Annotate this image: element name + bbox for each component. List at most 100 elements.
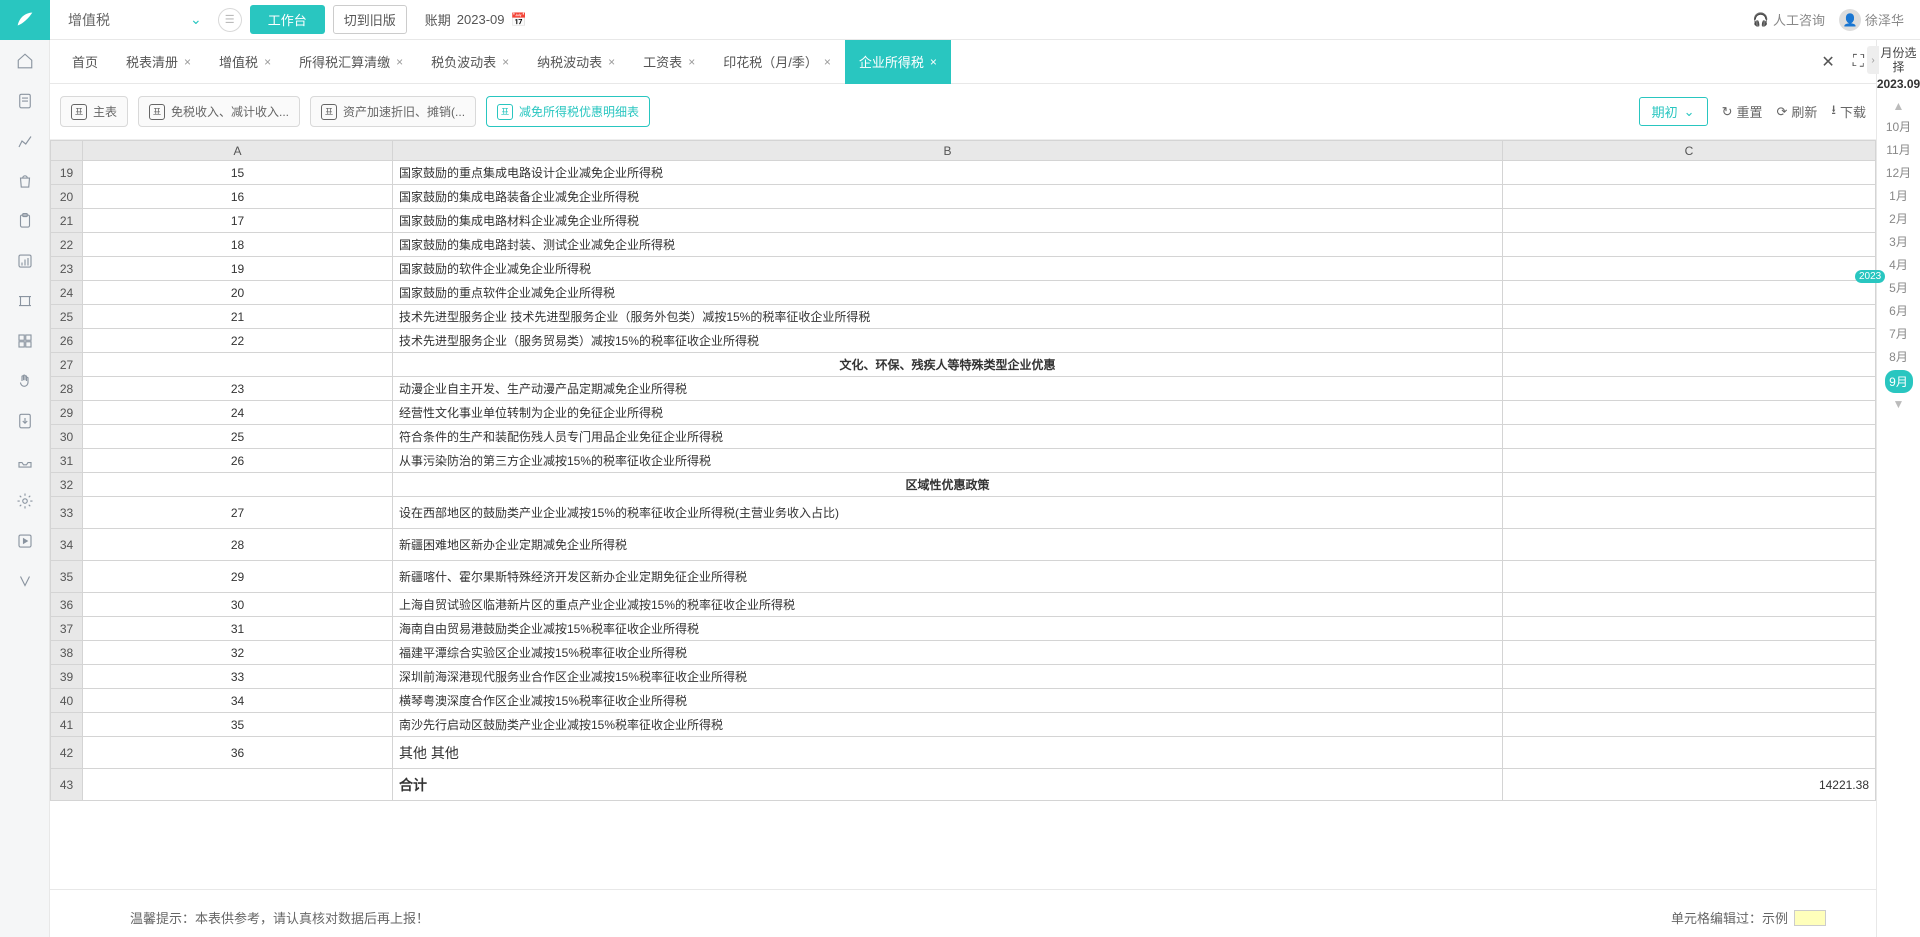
- cell-a[interactable]: 32: [83, 641, 393, 665]
- hand-icon[interactable]: [14, 370, 36, 392]
- month-item-12月[interactable]: 12月: [1885, 161, 1913, 184]
- cell-a[interactable]: [83, 353, 393, 377]
- month-item-8月[interactable]: 8月: [1885, 345, 1913, 368]
- tax-type-dropdown[interactable]: 增值税 ⌄: [60, 6, 210, 34]
- month-item-1月[interactable]: 1月: [1885, 184, 1913, 207]
- cell-b[interactable]: 上海自贸试验区临港新片区的重点产业企业减按15%的税率征收企业所得税: [393, 593, 1503, 617]
- cell-b[interactable]: 区域性优惠政策: [393, 473, 1503, 497]
- export-icon[interactable]: [14, 410, 36, 432]
- col-header-b[interactable]: B: [393, 141, 1503, 161]
- month-item-4月[interactable]: 4月: [1885, 253, 1913, 276]
- row-header[interactable]: 36: [51, 593, 83, 617]
- cell-a[interactable]: 15: [83, 161, 393, 185]
- month-item-5月[interactable]: 5月: [1885, 276, 1913, 299]
- cell-b[interactable]: 合计: [393, 769, 1503, 801]
- row-header[interactable]: 21: [51, 209, 83, 233]
- close-icon[interactable]: ×: [688, 55, 695, 69]
- cell-c[interactable]: [1503, 449, 1876, 473]
- cell-c[interactable]: [1503, 377, 1876, 401]
- row-header[interactable]: 30: [51, 425, 83, 449]
- cell-a[interactable]: 22: [83, 329, 393, 353]
- cell-c[interactable]: [1503, 561, 1876, 593]
- download-button[interactable]: ⭳下载: [1831, 101, 1866, 123]
- cell-c[interactable]: [1503, 281, 1876, 305]
- v-icon[interactable]: [14, 570, 36, 592]
- row-header[interactable]: 27: [51, 353, 83, 377]
- tax-icon[interactable]: [14, 290, 36, 312]
- close-icon[interactable]: ×: [502, 55, 509, 69]
- cell-c[interactable]: [1503, 305, 1876, 329]
- cell-c[interactable]: [1503, 689, 1876, 713]
- month-item-10月[interactable]: 10月: [1885, 115, 1913, 138]
- corner-cell[interactable]: [51, 141, 83, 161]
- cell-c[interactable]: [1503, 257, 1876, 281]
- cell-a[interactable]: 36: [83, 737, 393, 769]
- month-item-2月[interactable]: 2月: [1885, 207, 1913, 230]
- cell-b[interactable]: 福建平潭综合实验区企业减按15%税率征收企业所得税: [393, 641, 1503, 665]
- row-header[interactable]: 19: [51, 161, 83, 185]
- month-item-7月[interactable]: 7月: [1885, 322, 1913, 345]
- cell-c[interactable]: [1503, 641, 1876, 665]
- consult-button[interactable]: 🎧 人工咨询: [1753, 10, 1825, 29]
- cell-b[interactable]: 国家鼓励的重点软件企业减免企业所得税: [393, 281, 1503, 305]
- cell-b[interactable]: 国家鼓励的软件企业减免企业所得税: [393, 257, 1503, 281]
- refresh-button[interactable]: ⟳刷新: [1777, 102, 1818, 121]
- cell-a[interactable]: 33: [83, 665, 393, 689]
- row-header[interactable]: 33: [51, 497, 83, 529]
- row-header[interactable]: 22: [51, 233, 83, 257]
- row-header[interactable]: 31: [51, 449, 83, 473]
- row-header[interactable]: 25: [51, 305, 83, 329]
- cell-a[interactable]: 19: [83, 257, 393, 281]
- collapse-handle[interactable]: ›: [1867, 46, 1879, 74]
- cell-a[interactable]: 21: [83, 305, 393, 329]
- cell-c[interactable]: [1503, 233, 1876, 257]
- tab-首页[interactable]: 首页: [58, 40, 112, 84]
- cell-c[interactable]: [1503, 401, 1876, 425]
- cell-c[interactable]: [1503, 209, 1876, 233]
- cell-c[interactable]: 14221.38: [1503, 769, 1876, 801]
- tab-增值税[interactable]: 增值税×: [205, 40, 285, 84]
- row-header[interactable]: 28: [51, 377, 83, 401]
- month-item-3月[interactable]: 3月: [1885, 230, 1913, 253]
- tab-印花税（月/季）[interactable]: 印花税（月/季）×: [709, 40, 845, 84]
- row-header[interactable]: 34: [51, 529, 83, 561]
- sub-tab-免税收入、减计收入...[interactable]: 표免税收入、减计收入...: [138, 96, 300, 127]
- grid-icon[interactable]: [14, 330, 36, 352]
- row-header[interactable]: 38: [51, 641, 83, 665]
- list-toggle-button[interactable]: ☰: [218, 8, 242, 32]
- user-menu[interactable]: 👤 徐泽华: [1839, 9, 1904, 31]
- close-icon[interactable]: ×: [930, 55, 937, 69]
- col-header-c[interactable]: C: [1503, 141, 1876, 161]
- cell-b[interactable]: 设在西部地区的鼓励类产业企业减按15%的税率征收企业所得税(主营业务收入占比): [393, 497, 1503, 529]
- cell-c[interactable]: [1503, 593, 1876, 617]
- inbox-icon[interactable]: [14, 450, 36, 472]
- row-header[interactable]: 35: [51, 561, 83, 593]
- cell-a[interactable]: 20: [83, 281, 393, 305]
- close-icon[interactable]: ×: [608, 55, 615, 69]
- month-up-button[interactable]: ▲: [1893, 99, 1905, 113]
- cell-a[interactable]: 29: [83, 561, 393, 593]
- report-icon[interactable]: [14, 250, 36, 272]
- cell-b[interactable]: 国家鼓励的集成电路装备企业减免企业所得税: [393, 185, 1503, 209]
- row-header[interactable]: 42: [51, 737, 83, 769]
- cell-b[interactable]: 文化、环保、残疾人等特殊类型企业优惠: [393, 353, 1503, 377]
- cell-a[interactable]: 30: [83, 593, 393, 617]
- cell-b[interactable]: 国家鼓励的重点集成电路设计企业减免企业所得税: [393, 161, 1503, 185]
- cell-c[interactable]: [1503, 473, 1876, 497]
- row-header[interactable]: 32: [51, 473, 83, 497]
- close-icon[interactable]: ×: [264, 55, 271, 69]
- cell-a[interactable]: 31: [83, 617, 393, 641]
- tab-工资表[interactable]: 工资表×: [629, 40, 709, 84]
- month-down-button[interactable]: ▼: [1893, 397, 1905, 411]
- cell-c[interactable]: [1503, 529, 1876, 561]
- period-selector[interactable]: 账期 2023-09 📅: [425, 10, 527, 29]
- close-all-tabs-button[interactable]: ✕: [1817, 48, 1838, 76]
- sub-tab-资产加速折旧、摊销(...[interactable]: 표资产加速折旧、摊销(...: [310, 96, 476, 127]
- cell-c[interactable]: [1503, 497, 1876, 529]
- spreadsheet[interactable]: A B C 1915国家鼓励的重点集成电路设计企业减免企业所得税2016国家鼓励…: [50, 140, 1876, 889]
- tab-所得税汇算清缴[interactable]: 所得税汇算清缴×: [285, 40, 417, 84]
- row-header[interactable]: 39: [51, 665, 83, 689]
- cell-c[interactable]: [1503, 185, 1876, 209]
- cell-a[interactable]: [83, 473, 393, 497]
- cell-a[interactable]: 16: [83, 185, 393, 209]
